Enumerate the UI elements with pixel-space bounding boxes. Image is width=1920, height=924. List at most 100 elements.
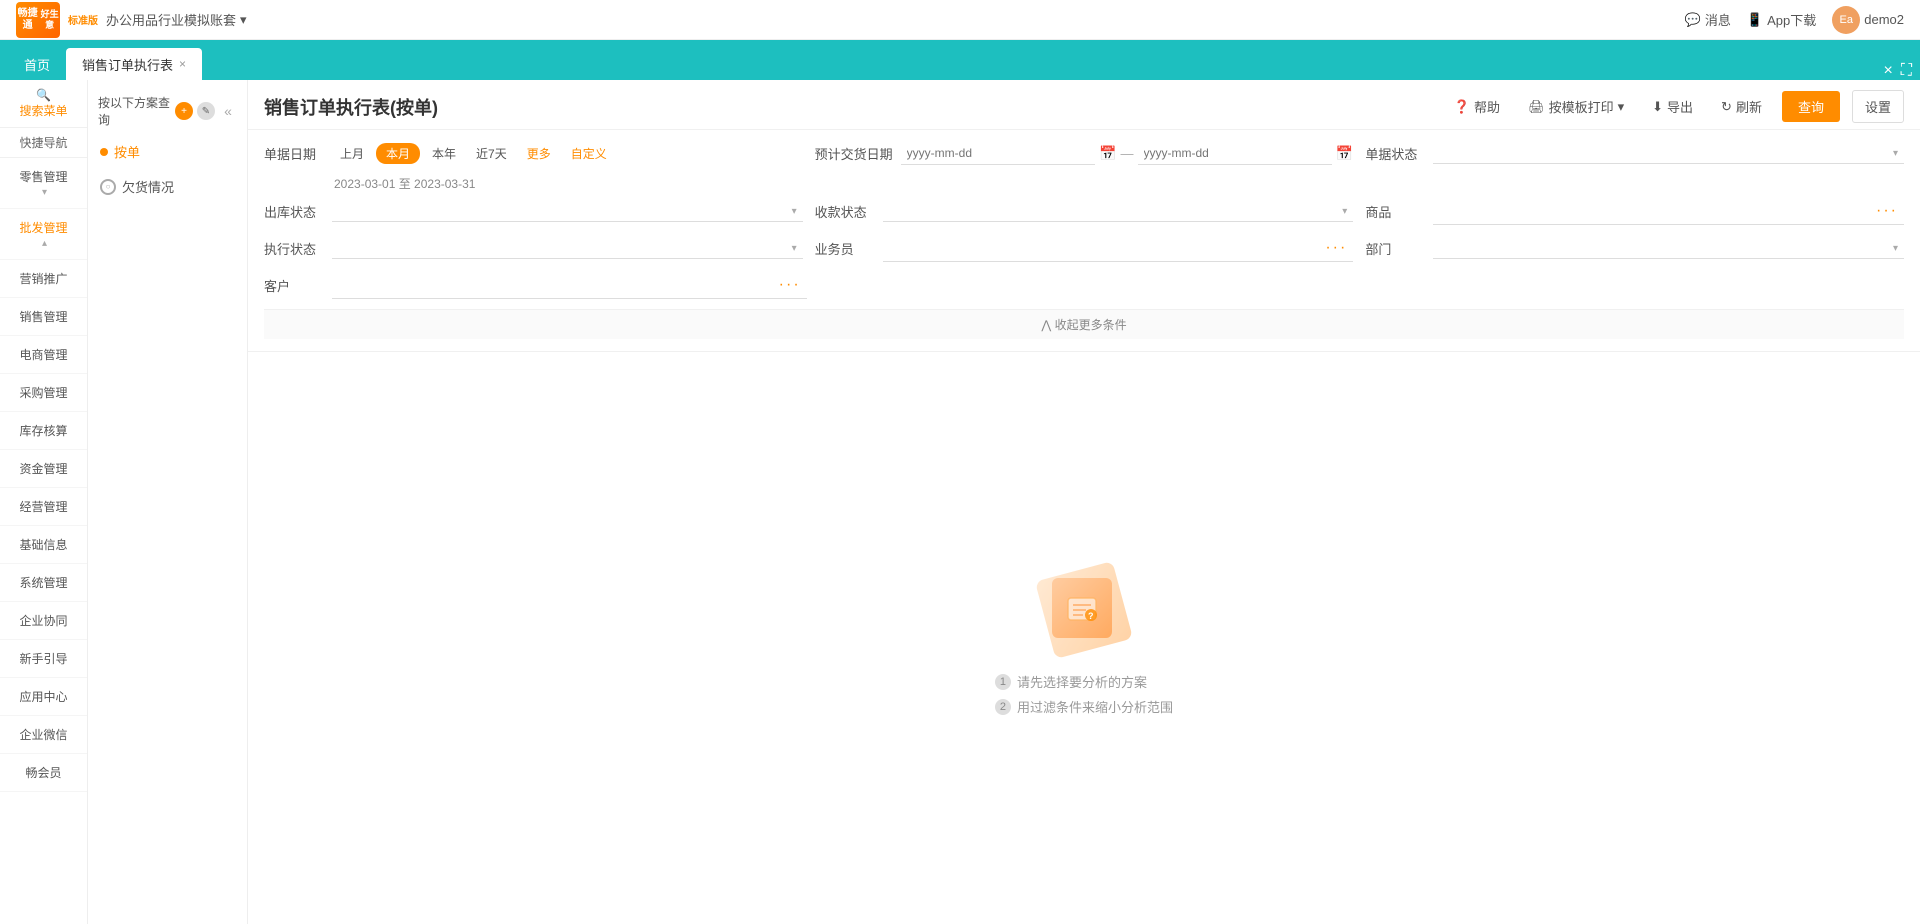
sidebar-item-member[interactable]: 畅会员 [0,754,87,792]
circle-icon: ○ [100,179,116,195]
sidebar-item-sales[interactable]: 销售管理 [0,298,87,336]
empty-tips: 1 请先选择要分析的方案 2 用过滤条件来缩小分析范围 [995,672,1173,716]
edit-scheme-button[interactable]: ✎ [197,102,215,120]
date-tab-more[interactable]: 更多 [519,143,559,164]
app-logo: 畅捷通 好生意 [16,2,60,38]
salesperson-picker-icon[interactable]: ··· [1325,239,1347,257]
nav-title[interactable]: 办公用品行业模拟账套 ▾ [106,10,247,29]
tip-num-2: 2 [995,699,1011,715]
print-button[interactable]: 🖨 按模板打印 ▾ [1520,93,1632,120]
tab-close-icon[interactable]: × [179,57,186,71]
add-scheme-button[interactable]: + [175,102,193,120]
tab-home[interactable]: 首页 [8,48,66,80]
page-header: 销售订单执行表(按单) ❓ 帮助 🖨 按模板打印 ▾ ⬇ [248,80,1920,130]
scheme-label: 按以下方案查询 [98,94,175,128]
search-icon: 🔍 [36,88,51,102]
status-label: 单据状态 [1365,144,1425,163]
message-button[interactable]: 💬 消息 [1685,10,1731,29]
date-tab-this-year[interactable]: 本年 [424,143,464,164]
expected-date-label: 预计交货日期 [815,144,893,163]
collapse-icon: ⋀ [1041,318,1051,332]
exec-status-group: 执行状态 ▾ [264,239,803,259]
page-title: 销售订单执行表(按单) [264,94,438,120]
exec-status-select[interactable]: ▾ [332,239,803,259]
warehouse-status-group: 出库状态 ▾ [264,202,803,222]
top-bar-left: 畅捷通 好生意 标准版 办公用品行业模拟账套 ▾ [16,2,247,38]
export-button[interactable]: ⬇ 导出 [1644,93,1701,120]
dept-label: 部门 [1365,239,1425,258]
date-range-display: 2023-03-01 至 2023-03-31 [264,175,1904,198]
sidebar-item-ecommerce[interactable]: 电商管理 [0,336,87,374]
date-tab-custom[interactable]: 自定义 [563,143,615,164]
chevron-up-icon: ▴ [42,238,47,249]
sidebar-search[interactable]: 🔍 搜索菜单 [0,80,87,128]
sidebar-item-basic-info[interactable]: 基础信息 [0,526,87,564]
customer-label: 客户 [264,276,324,295]
mobile-icon: 📱 [1747,12,1763,28]
status-filter-group: 单据状态 ▾ [1365,144,1904,164]
message-icon: 💬 [1685,12,1701,28]
calendar-end-icon[interactable]: 📅 [1336,145,1353,162]
exec-chevron-icon: ▾ [792,243,797,254]
goods-group: 商品 ··· [1365,198,1904,225]
sidebar-item-purchase[interactable]: 采购管理 [0,374,87,412]
sidebar-item-wechat[interactable]: 企业微信 [0,716,87,754]
collapse-filters-button[interactable]: ⋀ 收起更多条件 [264,309,1904,339]
print-chevron-icon: ▾ [1618,99,1625,115]
expected-date-range: 📅 — 📅 [901,142,1354,165]
empty-state: ? 1 请先选择要分析的方案 2 用过滤条件来缩小分析范围 [248,352,1920,924]
date-filter-group: 单据日期 上月 本月 本年 近7天 更多 自定义 [264,143,803,164]
collapse-panel-button[interactable]: « [219,102,237,120]
warehouse-status-select[interactable]: ▾ [332,202,803,222]
maximize-window-icon[interactable]: ⛶ [1901,62,1912,80]
warehouse-status-label: 出库状态 [264,202,324,221]
exec-status-label: 执行状态 [264,239,324,258]
sidebar-item-operations[interactable]: 经营管理 [0,488,87,526]
dept-select[interactable]: ▾ [1433,239,1904,259]
tab-window-controls: × ⛶ [1883,62,1912,80]
filter-row-1: 单据日期 上月 本月 本年 近7天 更多 自定义 [264,142,1904,165]
status-select[interactable]: ▾ [1433,144,1904,164]
tab-sales-order[interactable]: 销售订单执行表 × [66,48,202,80]
goods-picker-icon[interactable]: ··· [1876,202,1898,220]
sidebar-item-wholesale[interactable]: 批发管理 ▴ [0,209,87,260]
goods-label: 商品 [1365,202,1425,221]
sidebar-quick-nav[interactable]: 快捷导航 [0,128,87,158]
sidebar-item-retail[interactable]: 零售管理 ▾ [0,158,87,209]
content-inner: 按以下方案查询 + ✎ « 按单 ○ 欠货情况 [88,80,1920,924]
sidebar-item-app-center[interactable]: 应用中心 [0,678,87,716]
sidebar: 🔍 搜索菜单 快捷导航 零售管理 ▾ 批发管理 ▴ 营销推广 销售管理 电商管理… [0,80,88,924]
customer-picker-icon[interactable]: ··· [779,276,801,294]
date-tab-last-month[interactable]: 上月 [332,143,372,164]
expected-date-start[interactable] [901,142,1095,165]
scheme-item-backorder[interactable]: ○ 欠货情况 [88,169,247,204]
sidebar-item-inventory[interactable]: 库存核算 [0,412,87,450]
customer-group: 客户 ··· [264,272,807,299]
left-panel-icons: + ✎ « [175,102,237,120]
date-tab-this-month[interactable]: 本月 [376,143,420,164]
sidebar-item-system[interactable]: 系统管理 [0,564,87,602]
sidebar-item-marketing[interactable]: 营销推广 [0,260,87,298]
close-window-icon[interactable]: × [1883,62,1892,80]
date-tab-7days[interactable]: 近7天 [468,143,515,164]
date-label: 单据日期 [264,144,324,163]
sidebar-item-guide[interactable]: 新手引导 [0,640,87,678]
dept-chevron-icon: ▾ [1893,243,1898,254]
right-content: 销售订单执行表(按单) ❓ 帮助 🖨 按模板打印 ▾ ⬇ [248,80,1920,924]
expected-date-end[interactable] [1138,142,1332,165]
calendar-start-icon[interactable]: 📅 [1099,145,1116,162]
payment-status-label: 收款状态 [815,202,875,221]
settings-button[interactable]: 设置 [1852,90,1904,123]
sidebar-item-finance[interactable]: 资金管理 [0,450,87,488]
help-button[interactable]: ❓ 帮助 [1446,93,1508,120]
main-layout: 🔍 搜索菜单 快捷导航 零售管理 ▾ 批发管理 ▴ 营销推广 销售管理 电商管理… [0,80,1920,924]
status-chevron-icon: ▾ [1893,148,1898,159]
refresh-button[interactable]: ↻ 刷新 [1713,93,1770,120]
search-button[interactable]: 查询 [1782,91,1840,122]
user-menu[interactable]: Ea demo2 [1832,6,1904,34]
date-tabs: 上月 本月 本年 近7天 更多 自定义 [332,143,615,164]
app-download-button[interactable]: 📱 App下载 [1747,10,1816,29]
sidebar-item-enterprise[interactable]: 企业协同 [0,602,87,640]
payment-status-select[interactable]: ▾ [883,202,1354,222]
scheme-item-order[interactable]: 按单 [88,134,247,169]
